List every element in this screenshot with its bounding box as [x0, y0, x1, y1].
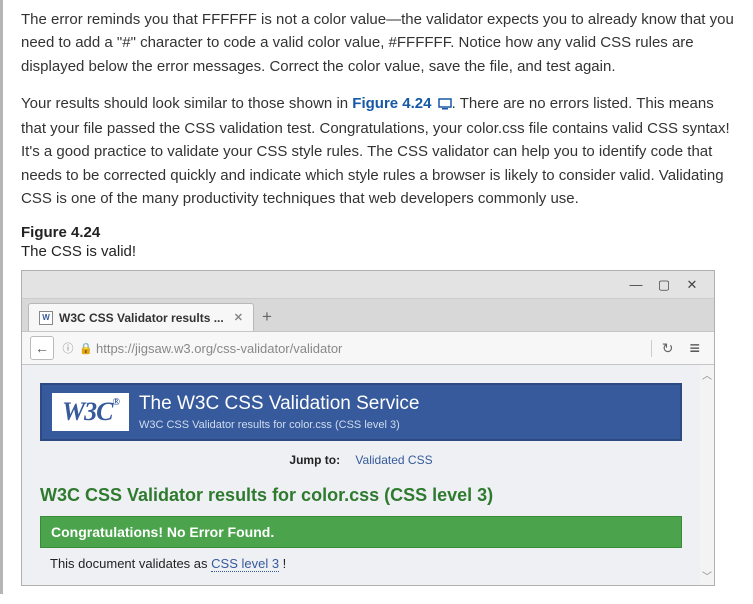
- lock-icon: 🔒: [78, 340, 94, 356]
- figure-caption: The CSS is valid!: [21, 243, 735, 260]
- results-heading: W3C CSS Validator results for color.css …: [40, 485, 682, 506]
- hamburger-menu-icon[interactable]: ≡: [683, 338, 706, 359]
- css-level-link[interactable]: CSS level 3: [211, 556, 279, 572]
- address-bar: ← ⓘ 🔒 https://jigsaw.w3.org/css-validato…: [22, 331, 714, 365]
- paragraph-1: The error reminds you that FFFFFF is not…: [21, 8, 735, 78]
- new-tab-button[interactable]: +: [262, 307, 272, 331]
- maximize-button[interactable]: ▢: [650, 277, 678, 293]
- scrollbar-up-icon[interactable]: ︿: [702, 367, 712, 382]
- banner-title: The W3C CSS Validation Service: [139, 393, 420, 415]
- site-info-icon[interactable]: ⓘ: [60, 340, 76, 356]
- w3c-logo: W3C®: [52, 393, 129, 431]
- scrollbar-down-icon[interactable]: ﹀: [702, 568, 712, 583]
- screen-icon: [438, 94, 452, 117]
- jump-to-validated-css-link[interactable]: Validated CSS: [355, 453, 432, 467]
- browser-window: — ▢ ✕ W W3C CSS Validator results ... ✕ …: [21, 270, 715, 586]
- tab-title: W3C CSS Validator results ...: [59, 311, 224, 325]
- tab-bar: W W3C CSS Validator results ... ✕ +: [22, 299, 714, 331]
- page-viewport: ︿ ﹀ W3C® The W3C CSS Validation Service …: [22, 365, 714, 585]
- w3c-banner: W3C® The W3C CSS Validation Service W3C …: [40, 383, 682, 441]
- jump-to-nav: Jump to: Validated CSS: [40, 441, 682, 479]
- back-button[interactable]: ←: [30, 336, 54, 360]
- paragraph-2: Your results should look similar to thos…: [21, 92, 735, 210]
- tab-close-icon[interactable]: ✕: [234, 311, 243, 324]
- reload-button[interactable]: ↻: [651, 340, 684, 357]
- validates-text: This document validates as CSS level 3 !: [40, 548, 682, 575]
- jump-to-label: Jump to:: [289, 453, 340, 467]
- window-titlebar: — ▢ ✕: [22, 271, 714, 299]
- figure-label: Figure 4.24: [21, 224, 735, 241]
- browser-tab[interactable]: W W3C CSS Validator results ... ✕: [28, 303, 254, 331]
- close-window-button[interactable]: ✕: [678, 277, 706, 293]
- banner-subtitle: W3C CSS Validator results for color.css …: [139, 419, 420, 431]
- minimize-button[interactable]: —: [622, 277, 650, 292]
- figure-reference-link[interactable]: Figure 4.24: [352, 95, 451, 112]
- tab-favicon-icon: W: [39, 311, 53, 325]
- congratulations-bar: Congratulations! No Error Found.: [40, 516, 682, 548]
- url-text[interactable]: https://jigsaw.w3.org/css-validator/vali…: [96, 341, 651, 356]
